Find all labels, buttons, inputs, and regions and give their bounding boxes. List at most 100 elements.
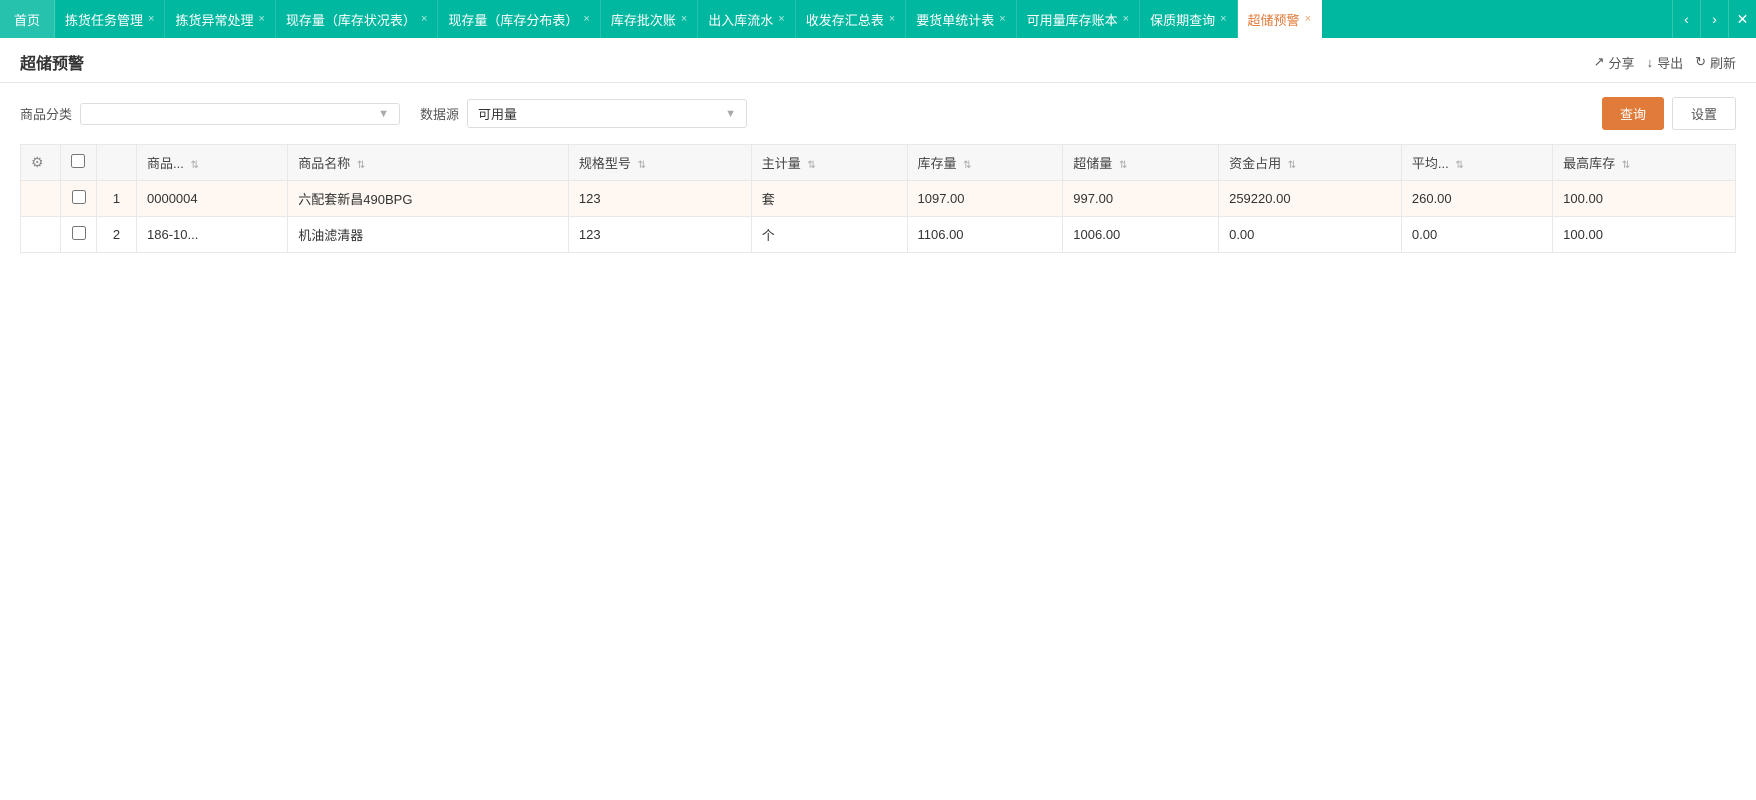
col-header-avg[interactable]: 平均... ⇅ xyxy=(1401,145,1552,181)
nav-item-close-3[interactable]: × xyxy=(583,13,589,25)
table-header-row: ⚙ 商品... ⇅ 商品名称 ⇅ 规格型号 xyxy=(21,145,1736,181)
share-label: 分享 xyxy=(1609,53,1635,72)
col-avg-label: 平均... xyxy=(1412,156,1449,171)
col-header-maxstock[interactable]: 最高库存 ⇅ xyxy=(1553,145,1736,181)
datasource-filter-group: 数据源 可用量 ▼ xyxy=(420,99,747,128)
nav-item-8[interactable]: 可用量库存账本 × xyxy=(1017,0,1140,38)
nav-item-9[interactable]: 保质期查询× xyxy=(1140,0,1237,38)
nav-item-label-6: 收发存汇总表 xyxy=(806,10,884,29)
nav-item-3[interactable]: 现存量（库存分布表）× xyxy=(438,0,600,38)
nav-item-label-8: 可用量库存账本 xyxy=(1027,10,1118,29)
datasource-label: 数据源 xyxy=(420,104,459,123)
nav-item-label-1: 拣货异常处理 xyxy=(175,10,253,29)
nav-item-label-5: 出入库流水 xyxy=(708,10,773,29)
nav-arrow-right[interactable]: › xyxy=(1700,0,1728,38)
nav-item-7[interactable]: 要货单统计表× xyxy=(906,0,1016,38)
export-button[interactable]: ↓ 导出 xyxy=(1647,53,1684,72)
row-maxstock: 100.00 xyxy=(1553,217,1736,253)
col-header-index xyxy=(97,145,137,181)
nav-item-close-4[interactable]: × xyxy=(681,13,687,25)
row-stock: 1097.00 xyxy=(907,181,1063,217)
row-checkbox-0[interactable] xyxy=(72,190,86,204)
select-all-checkbox[interactable] xyxy=(71,154,85,168)
col-code-sort-icon: ⇅ xyxy=(190,160,198,171)
col-header-unit[interactable]: 主计量 ⇅ xyxy=(751,145,907,181)
share-button[interactable]: ↗ 分享 xyxy=(1594,53,1635,72)
nav-item-4[interactable]: 库存批次账 × xyxy=(601,0,698,38)
nav-item-close-7[interactable]: × xyxy=(999,13,1005,25)
col-spec-label: 规格型号 xyxy=(579,156,631,171)
datasource-select[interactable]: 可用量 ▼ xyxy=(467,99,747,128)
nav-item-close-1[interactable]: × xyxy=(258,13,264,25)
col-code-label: 商品... xyxy=(147,156,184,171)
col-capital-label: 资金占用 xyxy=(1229,156,1281,171)
page-header: 超储预警 ↗ 分享 ↓ 导出 ↻ 刷新 xyxy=(0,38,1756,83)
nav-item-2[interactable]: 现存量（库存状况表） × xyxy=(276,0,438,38)
col-name-label: 商品名称 xyxy=(298,156,350,171)
col-stock-sort-icon: ⇅ xyxy=(963,160,971,171)
row-stock: 1106.00 xyxy=(907,217,1063,253)
col-spec-sort-icon: ⇅ xyxy=(638,160,646,171)
row-code: 186-10... xyxy=(137,217,288,253)
row-checkbox-1[interactable] xyxy=(72,226,86,240)
nav-arrow-close[interactable]: ✕ xyxy=(1728,0,1756,38)
nav-item-10[interactable]: 超储预警 × xyxy=(1238,0,1322,38)
row-unit: 套 xyxy=(751,181,907,217)
nav-home[interactable]: 首页 xyxy=(0,0,55,38)
col-header-spec[interactable]: 规格型号 ⇅ xyxy=(568,145,751,181)
col-header-check xyxy=(61,145,97,181)
col-header-overstock[interactable]: 超储量 ⇅ xyxy=(1063,145,1219,181)
row-capital: 259220.00 xyxy=(1219,181,1402,217)
nav-item-label-4: 库存批次账 xyxy=(611,10,676,29)
settings-button[interactable]: 设置 xyxy=(1672,97,1736,130)
main-content: 超储预警 ↗ 分享 ↓ 导出 ↻ 刷新 商品分类 ▼ 数据源 xyxy=(0,38,1756,800)
nav-item-close-10[interactable]: × xyxy=(1305,13,1311,25)
page-title: 超储预警 xyxy=(20,50,84,74)
category-label: 商品分类 xyxy=(20,104,72,123)
row-overstock: 1006.00 xyxy=(1063,217,1219,253)
row-action-cell xyxy=(21,181,61,217)
row-action-cell xyxy=(21,217,61,253)
table-row: 2 186-10... 机油滤清器 123 个 1106.00 1006.00 … xyxy=(21,217,1736,253)
category-arrow-icon: ▼ xyxy=(378,108,389,120)
col-avg-sort-icon: ⇅ xyxy=(1455,160,1463,171)
nav-item-close-2[interactable]: × xyxy=(421,13,427,25)
filter-actions: 查询 设置 xyxy=(1602,97,1736,130)
row-overstock: 997.00 xyxy=(1063,181,1219,217)
query-button[interactable]: 查询 xyxy=(1602,97,1664,130)
col-overstock-label: 超储量 xyxy=(1073,156,1112,171)
export-icon: ↓ xyxy=(1647,55,1654,70)
nav-item-close-8[interactable]: × xyxy=(1123,13,1129,25)
nav-item-6[interactable]: 收发存汇总表 × xyxy=(796,0,906,38)
nav-item-1[interactable]: 拣货异常处理 × xyxy=(165,0,275,38)
category-select[interactable]: ▼ xyxy=(80,103,400,125)
col-header-code[interactable]: 商品... ⇅ xyxy=(137,145,288,181)
nav-arrow-left[interactable]: ‹ xyxy=(1672,0,1700,38)
export-label: 导出 xyxy=(1657,53,1683,72)
col-overstock-sort-icon: ⇅ xyxy=(1119,160,1127,171)
nav-item-close-5[interactable]: × xyxy=(778,13,784,25)
nav-item-label-0: 拣货任务管理 xyxy=(65,10,143,29)
nav-item-close-9[interactable]: × xyxy=(1220,13,1226,25)
nav-item-close-6[interactable]: × xyxy=(889,13,895,25)
row-name: 六配套新昌490BPG xyxy=(288,181,569,217)
refresh-icon: ↻ xyxy=(1695,54,1706,70)
nav-item-label-10: 超储预警 xyxy=(1248,10,1300,29)
nav-arrows: ‹ › ✕ xyxy=(1672,0,1756,38)
row-code: 0000004 xyxy=(137,181,288,217)
datasource-value: 可用量 xyxy=(478,104,517,123)
col-header-name[interactable]: 商品名称 ⇅ xyxy=(288,145,569,181)
nav-item-label-2: 现存量（库存状况表） xyxy=(286,10,416,29)
col-header-capital[interactable]: 资金占用 ⇅ xyxy=(1219,145,1402,181)
nav-item-5[interactable]: 出入库流水 × xyxy=(698,0,795,38)
col-maxstock-label: 最高库存 xyxy=(1563,156,1615,171)
row-avg: 260.00 xyxy=(1401,181,1552,217)
gear-header-icon[interactable]: ⚙ xyxy=(31,154,44,170)
refresh-button[interactable]: ↻ 刷新 xyxy=(1695,53,1736,72)
nav-item-0[interactable]: 拣货任务管理 × xyxy=(55,0,165,38)
datasource-arrow-icon: ▼ xyxy=(725,108,736,120)
row-check-cell xyxy=(61,217,97,253)
col-name-sort-icon: ⇅ xyxy=(357,160,365,171)
nav-item-close-0[interactable]: × xyxy=(148,13,154,25)
col-header-stock[interactable]: 库存量 ⇅ xyxy=(907,145,1063,181)
